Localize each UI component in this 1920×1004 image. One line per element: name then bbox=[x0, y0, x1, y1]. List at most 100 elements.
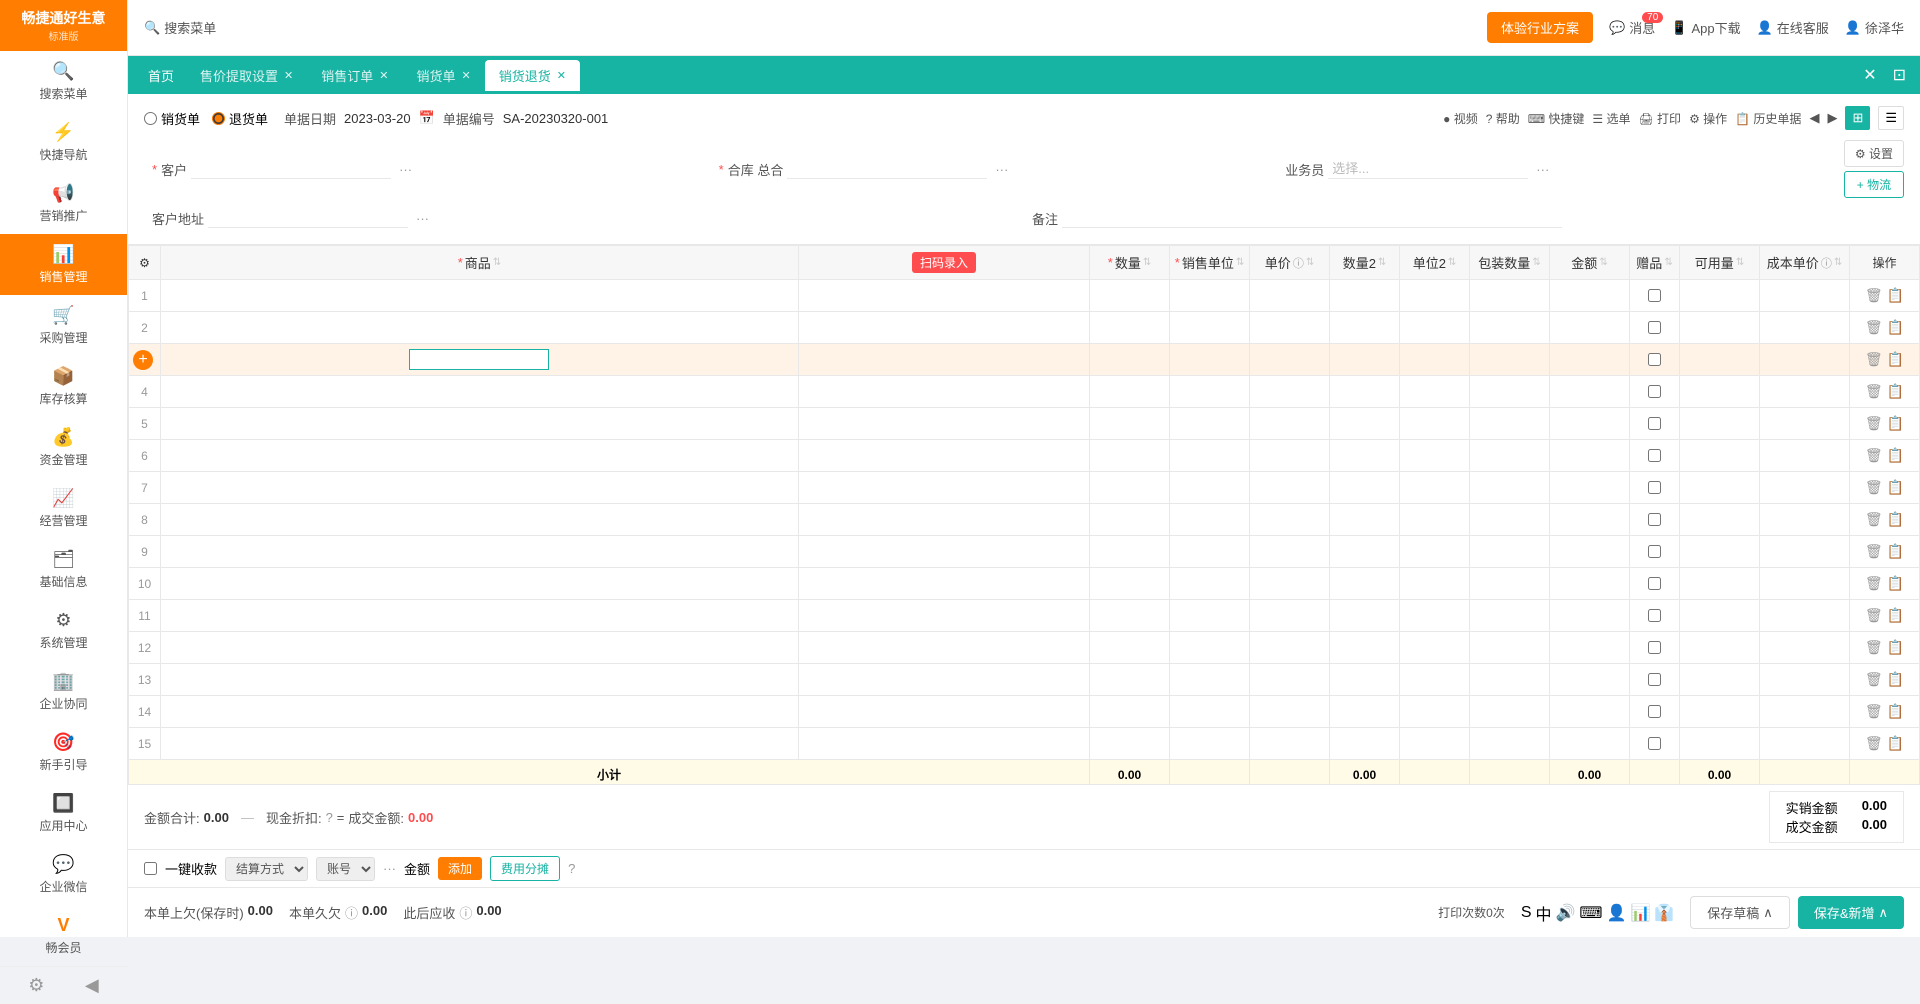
delete-row-btn[interactable]: 🗑 bbox=[1865, 575, 1883, 592]
qty2-cell[interactable] bbox=[1330, 280, 1400, 312]
gift-checkbox[interactable] bbox=[1648, 385, 1661, 398]
delete-row-btn[interactable]: 🗑 bbox=[1865, 479, 1883, 496]
help-btn[interactable]: ? 帮助 bbox=[1486, 110, 1520, 127]
unit-cell[interactable] bbox=[1170, 376, 1250, 408]
product-cell[interactable] bbox=[161, 568, 799, 600]
unit-cell[interactable] bbox=[1170, 504, 1250, 536]
online-service-btn[interactable]: 👤 在线客服 bbox=[1757, 18, 1829, 37]
qty2-cell[interactable] bbox=[1330, 376, 1400, 408]
qty2-cell[interactable] bbox=[1330, 312, 1400, 344]
history-btn[interactable]: 📋 历史单据 bbox=[1735, 110, 1801, 127]
unit2-cell[interactable] bbox=[1400, 280, 1470, 312]
delete-row-btn[interactable]: 🗑 bbox=[1865, 447, 1883, 464]
gift-cell[interactable] bbox=[1630, 568, 1680, 600]
sidebar-item-sales[interactable]: 📊 销售管理 bbox=[0, 234, 127, 295]
chevron-up-icon[interactable]: ∧ bbox=[1763, 905, 1773, 921]
price-cell[interactable] bbox=[1250, 664, 1330, 696]
pack-cell[interactable] bbox=[1470, 696, 1550, 728]
sidebar-item-guide[interactable]: 🎯 新手引导 bbox=[0, 722, 127, 783]
tabs-close-btn[interactable]: ✕ bbox=[1857, 63, 1882, 87]
customer-input[interactable] bbox=[191, 159, 391, 179]
pack-cell[interactable] bbox=[1470, 472, 1550, 504]
amount-cell[interactable] bbox=[1550, 664, 1630, 696]
copy-row-btn[interactable]: 📋 bbox=[1887, 319, 1904, 336]
price-cell[interactable] bbox=[1250, 376, 1330, 408]
sidebar-item-system[interactable]: ⚙ 系统管理 bbox=[0, 600, 127, 661]
product-cell[interactable] bbox=[161, 376, 799, 408]
scan-btn[interactable]: 扫码录入 bbox=[912, 252, 976, 273]
user-btn[interactable]: 👤 徐泽华 bbox=[1845, 18, 1904, 37]
sidebar-item-basic[interactable]: 🗂 基础信息 bbox=[0, 539, 127, 600]
pack-cell[interactable] bbox=[1470, 376, 1550, 408]
price-cell[interactable] bbox=[1250, 696, 1330, 728]
qty-cell[interactable] bbox=[1090, 568, 1170, 600]
gift-cell[interactable] bbox=[1630, 344, 1680, 376]
tab-close-icon[interactable]: ✕ bbox=[462, 69, 471, 82]
th-settings[interactable]: ⚙ bbox=[129, 246, 161, 280]
sidebar-item-wechat[interactable]: 💬 企业微信 bbox=[0, 844, 127, 905]
gift-checkbox[interactable] bbox=[1648, 737, 1661, 750]
delete-row-btn[interactable]: 🗑 bbox=[1865, 703, 1883, 720]
gift-checkbox[interactable] bbox=[1648, 577, 1661, 590]
price-cell[interactable] bbox=[1250, 568, 1330, 600]
gift-cell[interactable] bbox=[1630, 728, 1680, 760]
pack-cell[interactable] bbox=[1470, 600, 1550, 632]
select-btn[interactable]: ☰ 选单 bbox=[1592, 110, 1630, 127]
qty-cell[interactable] bbox=[1090, 664, 1170, 696]
copy-row-btn[interactable]: 📋 bbox=[1887, 543, 1904, 560]
price-cell[interactable] bbox=[1250, 472, 1330, 504]
amount-cell[interactable] bbox=[1550, 568, 1630, 600]
video-btn[interactable]: ● 视频 bbox=[1443, 110, 1478, 127]
sidebar-item-search[interactable]: 🔍 搜索菜单 bbox=[0, 51, 127, 112]
qty-cell[interactable] bbox=[1090, 312, 1170, 344]
sort-icon[interactable]: ⇅ bbox=[1532, 257, 1540, 268]
qty-cell[interactable] bbox=[1090, 440, 1170, 472]
unit2-cell[interactable] bbox=[1400, 664, 1470, 696]
experience-btn[interactable]: 体验行业方案 bbox=[1487, 12, 1593, 43]
radio-return-input[interactable] bbox=[212, 112, 225, 125]
pack-cell[interactable] bbox=[1470, 664, 1550, 696]
price-cell[interactable] bbox=[1250, 344, 1330, 376]
tab-close-icon[interactable]: ✕ bbox=[379, 69, 388, 82]
sidebar-item-apps[interactable]: 🔲 应用中心 bbox=[0, 783, 127, 844]
qty2-cell[interactable] bbox=[1330, 664, 1400, 696]
copy-row-btn[interactable]: 📋 bbox=[1887, 671, 1904, 688]
tabs-expand-btn[interactable]: ⊡ bbox=[1887, 63, 1912, 87]
payment-help-icon[interactable]: ? bbox=[568, 861, 575, 876]
qty-cell[interactable] bbox=[1090, 472, 1170, 504]
gift-checkbox[interactable] bbox=[1648, 289, 1661, 302]
pack-cell[interactable] bbox=[1470, 280, 1550, 312]
qty2-cell[interactable] bbox=[1330, 568, 1400, 600]
product-cell[interactable] bbox=[161, 504, 799, 536]
amount-cell[interactable] bbox=[1550, 440, 1630, 472]
collapse-icon[interactable]: ◀ bbox=[85, 975, 99, 996]
gift-checkbox[interactable] bbox=[1648, 417, 1661, 430]
gift-cell[interactable] bbox=[1630, 440, 1680, 472]
sidebar-item-purchase[interactable]: 🛒 采购管理 bbox=[0, 295, 127, 356]
gift-checkbox[interactable] bbox=[1648, 481, 1661, 494]
qty-cell[interactable] bbox=[1090, 376, 1170, 408]
tab-home[interactable]: 首页 bbox=[136, 60, 186, 91]
delete-row-btn[interactable]: 🗑 bbox=[1865, 351, 1883, 368]
amount-cell[interactable] bbox=[1550, 536, 1630, 568]
copy-row-btn[interactable]: 📋 bbox=[1887, 639, 1904, 656]
calendar-icon[interactable]: 📅 bbox=[419, 110, 435, 126]
product-input[interactable] bbox=[409, 349, 549, 370]
unit-cell[interactable] bbox=[1170, 600, 1250, 632]
amount-cell[interactable] bbox=[1550, 472, 1630, 504]
tab-close-icon[interactable]: ✕ bbox=[557, 69, 566, 82]
pack-cell[interactable] bbox=[1470, 408, 1550, 440]
add-row-btn[interactable]: + bbox=[133, 350, 153, 370]
staff-input[interactable] bbox=[1328, 159, 1528, 179]
product-cell[interactable] bbox=[161, 408, 799, 440]
copy-row-btn[interactable]: 📋 bbox=[1887, 287, 1904, 304]
amount-cell[interactable] bbox=[1550, 344, 1630, 376]
tab-price-setting[interactable]: 售价提取设置 ✕ bbox=[186, 60, 307, 91]
add-payment-btn[interactable]: 添加 bbox=[438, 857, 482, 880]
address-dots[interactable]: ··· bbox=[416, 211, 429, 226]
unit2-cell[interactable] bbox=[1400, 472, 1470, 504]
help-icon[interactable]: ? bbox=[326, 810, 333, 825]
qty2-cell[interactable] bbox=[1330, 408, 1400, 440]
delete-row-btn[interactable]: 🗑 bbox=[1865, 511, 1883, 528]
tool4-icon[interactable]: 👤 bbox=[1607, 903, 1627, 923]
